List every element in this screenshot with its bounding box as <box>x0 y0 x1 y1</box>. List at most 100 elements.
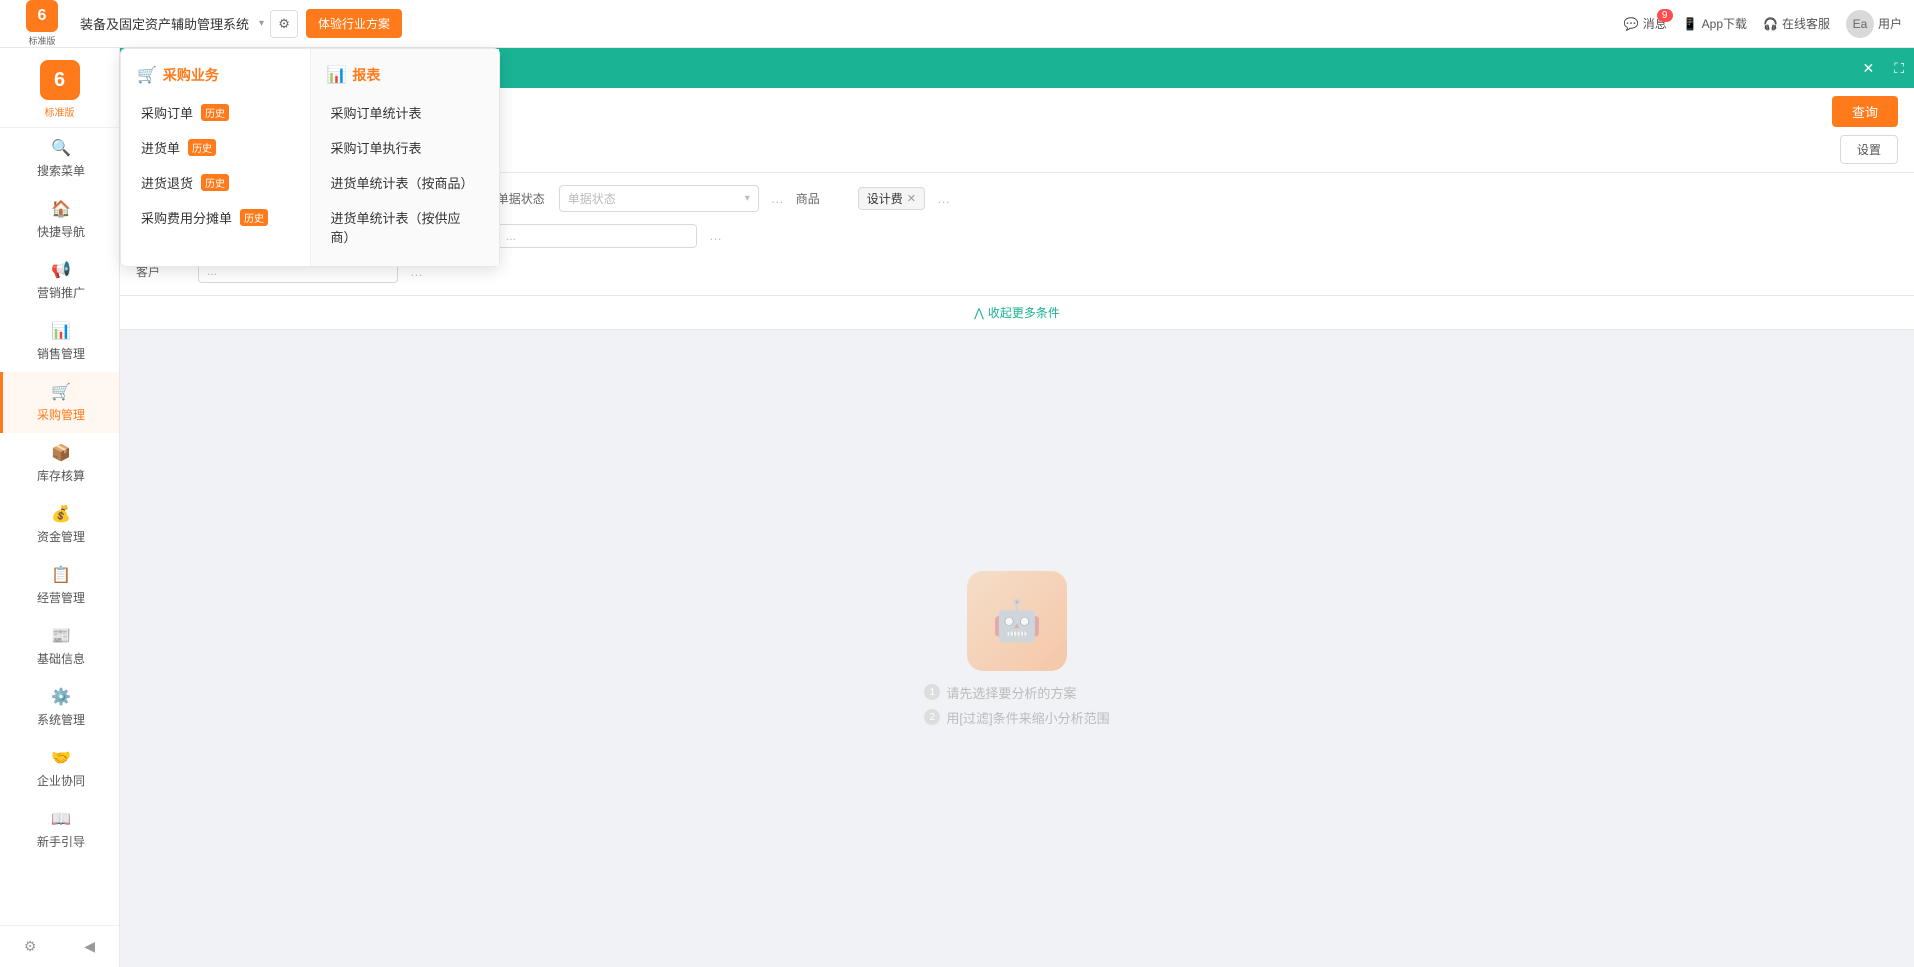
menu-item-stock-return-label: 进货退货 <box>141 173 193 192</box>
status-filter-label: 单据状态 <box>497 190 547 207</box>
empty-text: 1 请先选择要分析的方案 2 用[过滤]条件来缩小分析范围 <box>924 683 1109 727</box>
logo-area: 6 标准版 <box>12 0 72 47</box>
newspaper-icon: 📰 <box>51 626 71 646</box>
menu-item-stockin-stats-supplier[interactable]: 进货单统计表（按供应商） <box>319 200 492 254</box>
system-title: 装备及固定资产辅助管理系统 <box>80 14 249 33</box>
menu-item-purchase-expense-label: 采购费用分摊单 <box>141 208 232 227</box>
gear-icon: ⚙️ <box>51 687 71 707</box>
empty-tip-1: 请先选择要分析的方案 <box>946 683 1076 702</box>
menu-item-purchase-order-label: 采购订单 <box>141 103 193 122</box>
system-title-dropdown[interactable]: 装备及固定资产辅助管理系统 ▾ <box>80 14 264 33</box>
sidebar-item-operation[interactable]: 📋 经营管理 <box>0 555 119 616</box>
sidebar-item-label-basic: 基础信息 <box>37 650 85 667</box>
status-filter-dots[interactable]: … <box>771 191 784 206</box>
status-dropdown-arrow: ▾ <box>745 193 750 204</box>
menu-item-stockin-stats-goods-label: 进货单统计表（按商品） <box>331 173 474 192</box>
menu-item-purchase-order[interactable]: 采购订单 历史 <box>129 95 302 130</box>
industry-btn[interactable]: 体验行业方案 <box>306 9 402 38</box>
sidebar-item-basic[interactable]: 📰 基础信息 <box>0 616 119 677</box>
box-icon: 📦 <box>51 443 71 463</box>
sidebar-item-label-sales: 销售管理 <box>37 345 85 362</box>
status-filter-input[interactable]: 单据状态 ▾ <box>559 185 759 212</box>
menu-item-stock-return[interactable]: 进货退货 历史 <box>129 165 302 200</box>
goods-tag-close[interactable]: ✕ <box>907 192 916 205</box>
goods-filter-label: 商品 <box>796 190 846 207</box>
user-menu[interactable]: Ea 用户 <box>1846 10 1902 38</box>
sidebar-item-marketing[interactable]: 📢 营销推广 <box>0 250 119 311</box>
goods-tag-value: 设计费 <box>867 190 903 207</box>
report-col-title-text: 报表 <box>352 65 380 85</box>
menu-item-purchase-expense-badge: 历史 <box>240 209 268 226</box>
salesperson-filter-placeholder: ... <box>506 229 516 243</box>
message-badge: 9 <box>1657 9 1673 22</box>
sidebar-item-system[interactable]: ⚙️ 系统管理 <box>0 677 119 738</box>
empty-state: 🤖 1 请先选择要分析的方案 2 用[过滤]条件来缩小分析范围 <box>120 330 1914 967</box>
sidebar-item-purchase[interactable]: 🛒 采购管理 <box>0 372 119 433</box>
menu-item-purchase-order-stats[interactable]: 采购订单统计表 <box>319 95 492 130</box>
sidebar-item-quicknav[interactable]: 🏠 快捷导航 <box>0 189 119 250</box>
title-dropdown-arrow: ▾ <box>259 18 264 29</box>
sidebar-item-guide[interactable]: 📖 新手引导 <box>0 799 119 860</box>
goods-filter-dots[interactable]: … <box>937 191 950 206</box>
message-icon: 💬 <box>1624 17 1639 31</box>
status-filter-placeholder: 单据状态 <box>568 190 616 207</box>
purchase-dropdown-menu: 🛒 采购业务 采购订单 历史 进货单 历史 进货退货 历史 采购费用分摊单 历史 <box>120 48 500 267</box>
settings-small-btn[interactable]: 设置 <box>1840 135 1898 164</box>
sidebar-item-cooperation[interactable]: 🤝 企业协同 <box>0 738 119 799</box>
logo-icon: 6 <box>26 0 58 32</box>
collapse-row: ⋀ 收起更多条件 <box>120 296 1914 330</box>
salesperson-filter-input[interactable]: ... <box>497 224 697 248</box>
sidebar-collapse-btn[interactable]: ◀ <box>76 934 103 959</box>
goods-filter-tag: 设计费 ✕ <box>858 187 925 210</box>
top-bar: 6 标准版 装备及固定资产辅助管理系统 ▾ ⚙ 体验行业方案 💬 消息 9 📱 … <box>0 0 1914 48</box>
book-icon: 📖 <box>51 809 71 829</box>
menu-item-stock-return-badge: 历史 <box>201 174 229 191</box>
sidebar-item-label-quicknav: 快捷导航 <box>37 223 85 240</box>
purchase-col-icon: 🛒 <box>137 65 157 85</box>
sidebar-item-finance[interactable]: 💰 资金管理 <box>0 494 119 555</box>
settings-icon-btn[interactable]: ⚙ <box>270 10 298 38</box>
phone-icon: 📱 <box>1683 17 1698 31</box>
tab-close-all-btn[interactable]: ✕ <box>1852 60 1884 77</box>
menu-item-stock-in[interactable]: 进货单 历史 <box>129 130 302 165</box>
megaphone-icon: 📢 <box>51 260 71 280</box>
sidebar-item-label-system: 系统管理 <box>37 711 85 728</box>
handshake-icon: 🤝 <box>51 748 71 768</box>
collapse-btn[interactable]: ⋀ 收起更多条件 <box>974 304 1060 321</box>
app-container: 6 标准版 装备及固定资产辅助管理系统 ▾ ⚙ 体验行业方案 💬 消息 9 📱 … <box>0 0 1914 967</box>
menu-item-stockin-stats-goods[interactable]: 进货单统计表（按商品） <box>319 165 492 200</box>
menu-item-purchase-order-exec[interactable]: 采购订单执行表 <box>319 130 492 165</box>
empty-bullet-1: 1 <box>924 684 940 700</box>
menu-item-purchase-order-stats-label: 采购订单统计表 <box>331 103 422 122</box>
app-download-btn[interactable]: 📱 App下载 <box>1683 15 1747 32</box>
headset-icon: 🎧 <box>1763 17 1778 31</box>
sidebar-item-inventory[interactable]: 📦 库存核算 <box>0 433 119 494</box>
sidebar-bottom: ⚙ ◀ <box>0 925 119 967</box>
sidebar-settings-btn[interactable]: ⚙ <box>16 934 45 959</box>
query-btn[interactable]: 查询 <box>1832 96 1898 127</box>
purchase-col-title-text: 采购业务 <box>163 65 219 85</box>
menu-item-stock-in-badge: 历史 <box>188 139 216 156</box>
logo-sub-text: 标准版 <box>28 34 55 47</box>
clipboard-icon: 📋 <box>51 565 71 585</box>
empty-text-item-1: 1 请先选择要分析的方案 <box>924 683 1109 702</box>
sidebar-item-sales[interactable]: 📊 销售管理 <box>0 311 119 372</box>
tab-maximize-btn[interactable]: ⛶ <box>1884 60 1914 77</box>
empty-tip-2: 用[过滤]条件来缩小分析范围 <box>946 708 1109 727</box>
user-label: 用户 <box>1878 15 1902 32</box>
online-service-btn[interactable]: 🎧 在线客服 <box>1763 15 1830 32</box>
empty-bullet-2: 2 <box>924 709 940 725</box>
report-col-icon: 📊 <box>327 65 347 85</box>
report-col-title: 📊 报表 <box>319 61 492 95</box>
sidebar-item-search[interactable]: 🔍 搜索菜单 <box>0 128 119 189</box>
sidebar-logo-icon: 6 <box>40 60 80 100</box>
message-btn[interactable]: 💬 消息 9 <box>1624 15 1667 32</box>
sidebar: 6 标准版 🔍 搜索菜单 🏠 快捷导航 📢 营销推广 📊 销售管理 🛒 <box>0 48 120 967</box>
salesperson-filter-dots[interactable]: … <box>709 228 722 243</box>
right-action-area: 查询 设置 <box>1832 96 1898 164</box>
menu-item-stock-in-label: 进货单 <box>141 138 180 157</box>
menu-item-purchase-expense[interactable]: 采购费用分摊单 历史 <box>129 200 302 235</box>
cart-icon: 🛒 <box>51 382 71 402</box>
online-service-label: 在线客服 <box>1782 15 1830 32</box>
purchase-menu-col: 🛒 采购业务 采购订单 历史 进货单 历史 进货退货 历史 采购费用分摊单 历史 <box>121 49 310 266</box>
